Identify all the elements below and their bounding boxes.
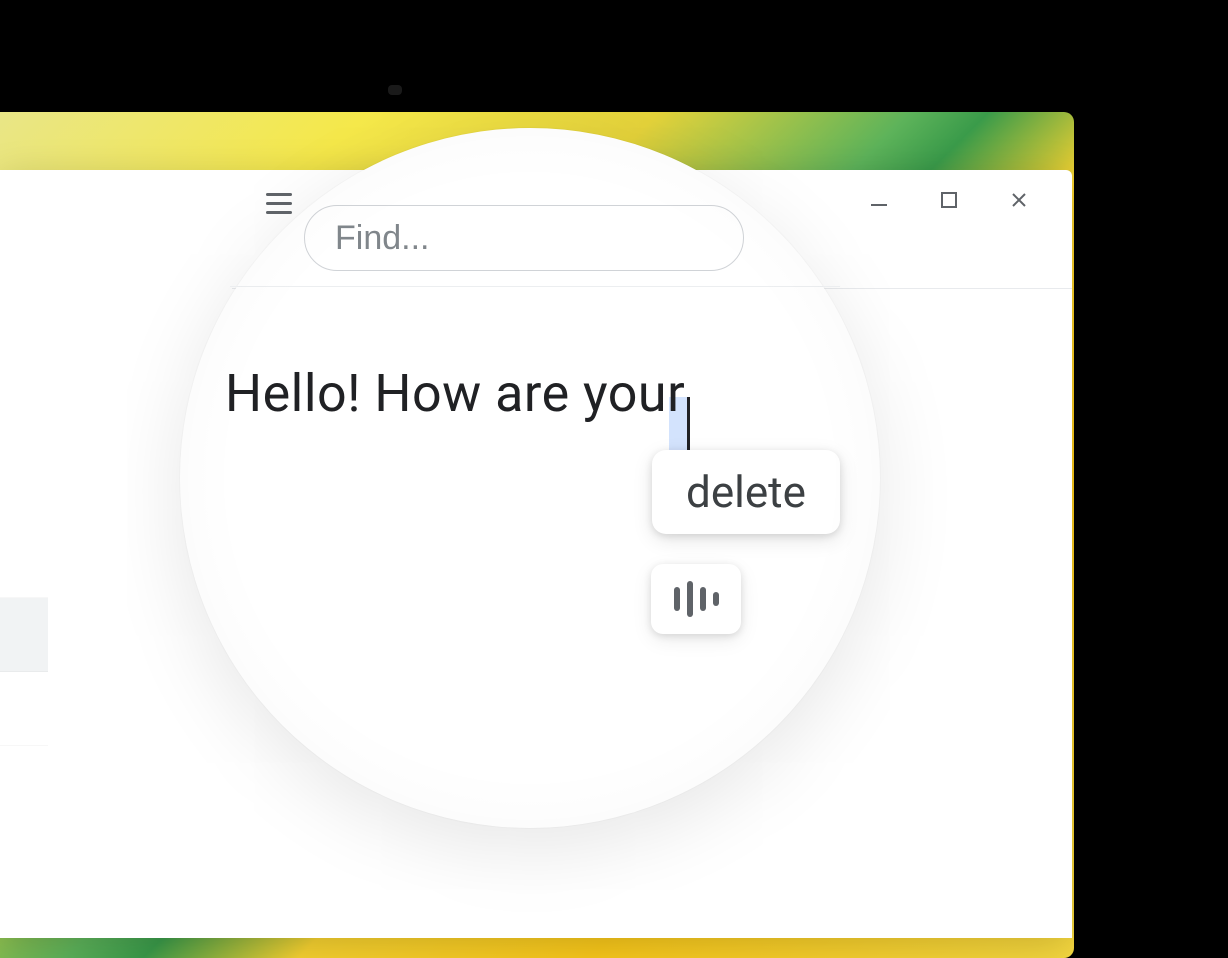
menu-button[interactable] bbox=[260, 184, 298, 222]
list-item[interactable] bbox=[0, 598, 48, 672]
document-text[interactable]: Hello! How are your bbox=[225, 363, 685, 424]
minimize-icon bbox=[869, 190, 889, 210]
camera-notch bbox=[388, 85, 402, 95]
close-icon bbox=[1009, 190, 1029, 210]
search-input[interactable] bbox=[335, 219, 713, 258]
minimize-button[interactable] bbox=[844, 172, 914, 228]
list-item[interactable] bbox=[0, 524, 48, 598]
maximize-button[interactable] bbox=[914, 172, 984, 228]
close-button[interactable] bbox=[984, 172, 1054, 228]
list-item[interactable] bbox=[0, 672, 48, 746]
magnifier-overlay: Hello! How are your delete bbox=[180, 128, 880, 828]
search-field[interactable] bbox=[304, 205, 744, 271]
voice-input-button[interactable] bbox=[651, 564, 741, 634]
suggestion-label: delete bbox=[686, 466, 806, 518]
sidebar-list bbox=[0, 524, 48, 746]
hamburger-icon bbox=[266, 190, 292, 217]
document-text-content: Hello! How are your bbox=[225, 363, 685, 424]
toolbar-separator bbox=[230, 286, 840, 287]
voice-waveform-icon bbox=[674, 581, 719, 617]
maximize-icon bbox=[939, 190, 959, 210]
voice-suggestion-popup[interactable]: delete bbox=[652, 450, 840, 534]
